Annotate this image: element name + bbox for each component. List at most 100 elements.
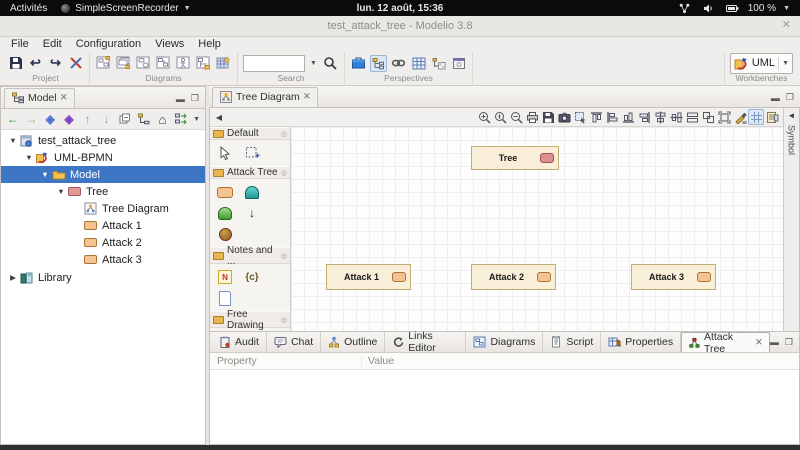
pin-icon[interactable]: ◎ (281, 316, 287, 324)
tree-item-attack3[interactable]: Attack 3 (1, 251, 205, 268)
grid-perspective-button[interactable] (410, 55, 427, 72)
palette-group-free-drawing[interactable]: Free Drawing ◎ (210, 311, 290, 328)
dialog-perspective-button[interactable] (450, 55, 467, 72)
palette-collapse-icon[interactable]: ◀ (213, 109, 225, 125)
workbench-chevron-icon[interactable]: ▼ (782, 60, 789, 67)
model-explorer-perspective-button[interactable] (370, 55, 387, 72)
fast-view-icon[interactable]: ◄ (788, 111, 796, 120)
grid-toggle-button[interactable] (748, 109, 764, 125)
diagram-canvas[interactable]: Tree Attack 1 Attack 2 (291, 127, 783, 331)
tab-model[interactable]: Model 🗙 (4, 88, 75, 108)
center-vertical-button[interactable] (652, 109, 668, 125)
related-elements-button[interactable]: ◈ (43, 112, 57, 127)
model-minimize-button[interactable]: ▬ (176, 94, 185, 104)
tree-item-attack1[interactable]: Attack 1 (1, 217, 205, 234)
expand-arrow-icon[interactable]: ▼ (7, 136, 19, 145)
tree-item-library[interactable]: ▶ Library (1, 269, 205, 286)
document-tool[interactable] (217, 291, 233, 305)
composite-diagram-button[interactable] (155, 55, 172, 72)
related-diagrams-button[interactable]: ◈ (62, 112, 76, 127)
tab-chat[interactable]: Chat (267, 332, 321, 352)
node-attack3[interactable]: Attack 3 (631, 264, 716, 290)
tab-script[interactable]: Script (543, 332, 601, 352)
tree-item-project[interactable]: ▼ test_attack_tree (1, 132, 205, 149)
tab-outline[interactable]: Outline (321, 332, 385, 352)
show-selection-button[interactable] (572, 109, 588, 125)
search-icon[interactable] (322, 55, 339, 72)
attack-node-tool[interactable] (217, 185, 233, 199)
editor-maximize-button[interactable]: ❒ (786, 92, 794, 103)
expand-arrow-icon[interactable]: ▼ (55, 187, 67, 196)
menu-help[interactable]: Help (191, 38, 228, 50)
marquee-tool[interactable] (244, 146, 260, 160)
constraint-tool[interactable]: {c} (244, 270, 260, 284)
title-bar[interactable]: test_attack_tree - Modelio 3.8 ✕ (0, 16, 800, 37)
tab-attack-tree[interactable]: Attack Tree 🗙 (681, 332, 770, 352)
undo-button[interactable]: ↩ (27, 55, 44, 72)
attack-tree-tab-close-icon[interactable]: 🗙 (756, 336, 762, 350)
matrix-new-button[interactable] (215, 55, 232, 72)
page-layout-button[interactable] (764, 109, 780, 125)
or-gate-tool[interactable] (217, 206, 233, 220)
node-attack2[interactable]: Attack 2 (471, 264, 556, 290)
model-tab-close-icon[interactable]: 🗙 (61, 91, 67, 105)
collapse-all-button[interactable] (118, 112, 132, 127)
class-diagram-button[interactable] (95, 55, 112, 72)
deployment-diagram-button[interactable] (115, 55, 132, 72)
activities-button[interactable]: Activités (10, 3, 47, 14)
menu-file[interactable]: File (4, 38, 36, 50)
move-down-button[interactable]: ↓ (100, 112, 114, 127)
tab-audit[interactable]: Audit (212, 332, 267, 352)
switch-view-button[interactable] (174, 112, 188, 127)
palette-group-notes[interactable]: Notes and ... ◎ (210, 247, 290, 264)
close-window-icon[interactable]: ✕ (782, 18, 791, 31)
expand-arrow-icon[interactable]: ▼ (23, 153, 35, 162)
camera-button[interactable] (556, 109, 572, 125)
menu-views[interactable]: Views (148, 38, 191, 50)
align-top-button[interactable] (588, 109, 604, 125)
app-menu[interactable]: SimpleScreenRecorder ▼ (61, 3, 190, 14)
select-tool[interactable] (217, 146, 233, 160)
save-image-button[interactable] (540, 109, 556, 125)
navigate-forward-button[interactable]: → (25, 112, 39, 127)
collapse-arrow-icon[interactable]: ▶ (7, 273, 19, 282)
node-tree[interactable]: Tree (471, 146, 559, 170)
menu-configuration[interactable]: Configuration (69, 38, 148, 50)
tab-diagrams[interactable]: Diagrams (466, 332, 543, 352)
and-gate-tool[interactable] (244, 185, 260, 199)
diagram-tab-close-icon[interactable]: 🗙 (304, 90, 310, 104)
usecase-diagram-button[interactable] (175, 55, 192, 72)
model-check-perspective-button[interactable] (430, 55, 447, 72)
tree-item-model[interactable]: ▼ Model (1, 166, 205, 183)
move-up-button[interactable]: ↑ (81, 112, 95, 127)
zoom-actual-button[interactable] (492, 109, 508, 125)
expand-arrow-icon[interactable]: ▼ (39, 170, 51, 179)
volume-icon[interactable] (700, 0, 717, 17)
briefcase-perspective-button[interactable] (350, 55, 367, 72)
pin-icon[interactable]: ◎ (281, 130, 287, 138)
symbol-tab[interactable]: Symbol (787, 125, 797, 155)
palette-group-attack-tree[interactable]: Attack Tree ◎ (210, 166, 290, 179)
links-perspective-button[interactable] (390, 55, 407, 72)
state-diagram-button[interactable] (135, 55, 152, 72)
link-with-editor-button[interactable] (137, 112, 151, 127)
zoom-out-button[interactable] (508, 109, 524, 125)
tree-item-tree-diagram[interactable]: Tree Diagram (1, 200, 205, 217)
print-button[interactable] (524, 109, 540, 125)
tree-item-tree-class[interactable]: ▼ Tree (1, 183, 205, 200)
search-input[interactable] (243, 55, 305, 72)
home-button[interactable]: ⌂ (156, 112, 170, 127)
tab-properties[interactable]: Properties (601, 332, 681, 352)
node-attack1[interactable]: Attack 1 (326, 264, 411, 290)
bottom-maximize-button[interactable]: ❒ (785, 337, 793, 348)
center-horizontal-button[interactable] (668, 109, 684, 125)
column-property[interactable]: Property (210, 355, 362, 367)
editor-minimize-button[interactable]: ▬ (771, 93, 780, 103)
tab-tree-diagram[interactable]: Tree Diagram 🗙 (212, 87, 318, 107)
search-history-chevron-icon[interactable]: ▼ (308, 55, 319, 72)
pin-icon[interactable]: ◎ (281, 252, 287, 260)
tree-item-umlbpmn[interactable]: ▼ UML-BPMN (1, 149, 205, 166)
column-value[interactable]: Value (362, 355, 799, 367)
link-arrow-tool[interactable]: ↓ (244, 206, 260, 220)
network-icon[interactable] (676, 0, 693, 17)
